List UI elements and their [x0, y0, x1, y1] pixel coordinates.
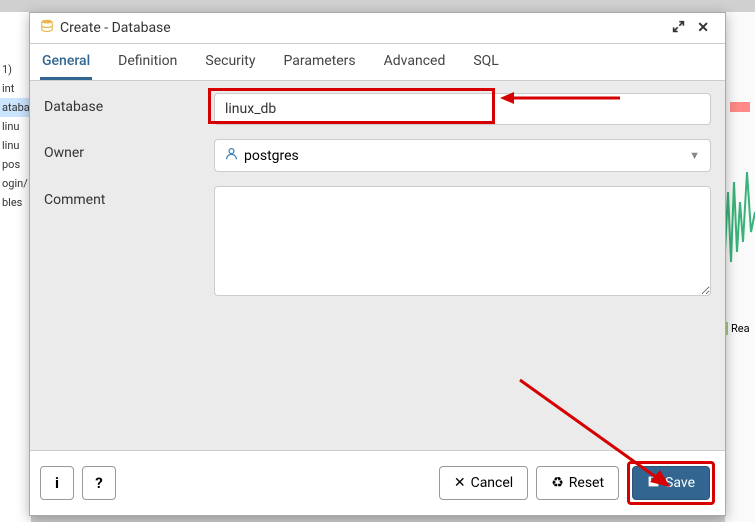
- tab-advanced[interactable]: Advanced: [382, 44, 448, 80]
- form-body: Database Owner postgres ▼ Comment: [30, 81, 725, 450]
- close-icon: ✕: [454, 475, 466, 491]
- info-button[interactable]: i: [40, 466, 74, 500]
- user-icon: [225, 147, 238, 164]
- tab-general[interactable]: General: [40, 44, 92, 80]
- tab-definition[interactable]: Definition: [116, 44, 179, 80]
- browser-tree-partial: 1) int ataba linu linu pos ogin/ bles: [0, 12, 32, 522]
- database-label: Database: [44, 93, 214, 115]
- database-input[interactable]: [214, 93, 711, 125]
- recycle-icon: ♻: [551, 475, 564, 491]
- help-button[interactable]: ?: [82, 466, 116, 500]
- owner-select[interactable]: postgres ▼: [214, 139, 711, 172]
- dialog-title: Create - Database: [60, 20, 171, 36]
- tab-security[interactable]: Security: [203, 44, 257, 80]
- chevron-down-icon: ▼: [689, 149, 700, 162]
- dialog-tabs: General Definition Security Parameters A…: [30, 44, 725, 81]
- comment-textarea[interactable]: [214, 186, 711, 296]
- owner-label: Owner: [44, 139, 214, 161]
- save-button[interactable]: Save: [632, 466, 710, 500]
- annotation-highlight-save: Save: [627, 461, 715, 505]
- tab-sql[interactable]: SQL: [471, 44, 500, 80]
- dialog-titlebar: Create - Database ✕: [30, 13, 725, 44]
- dashboard-partial: Rea: [725, 12, 755, 522]
- comment-label: Comment: [44, 186, 214, 208]
- cancel-button[interactable]: ✕ Cancel: [439, 466, 528, 500]
- dialog-footer: i ? ✕ Cancel ♻ Reset Save: [30, 450, 725, 515]
- tab-parameters[interactable]: Parameters: [282, 44, 358, 80]
- maximize-icon[interactable]: [666, 20, 691, 37]
- reset-button[interactable]: ♻ Reset: [536, 466, 619, 500]
- save-disk-icon: [647, 475, 660, 492]
- owner-value: postgres: [244, 148, 299, 164]
- create-database-dialog: Create - Database ✕ General Definition S…: [29, 12, 726, 516]
- close-icon[interactable]: ✕: [691, 20, 715, 36]
- database-icon: [40, 19, 54, 37]
